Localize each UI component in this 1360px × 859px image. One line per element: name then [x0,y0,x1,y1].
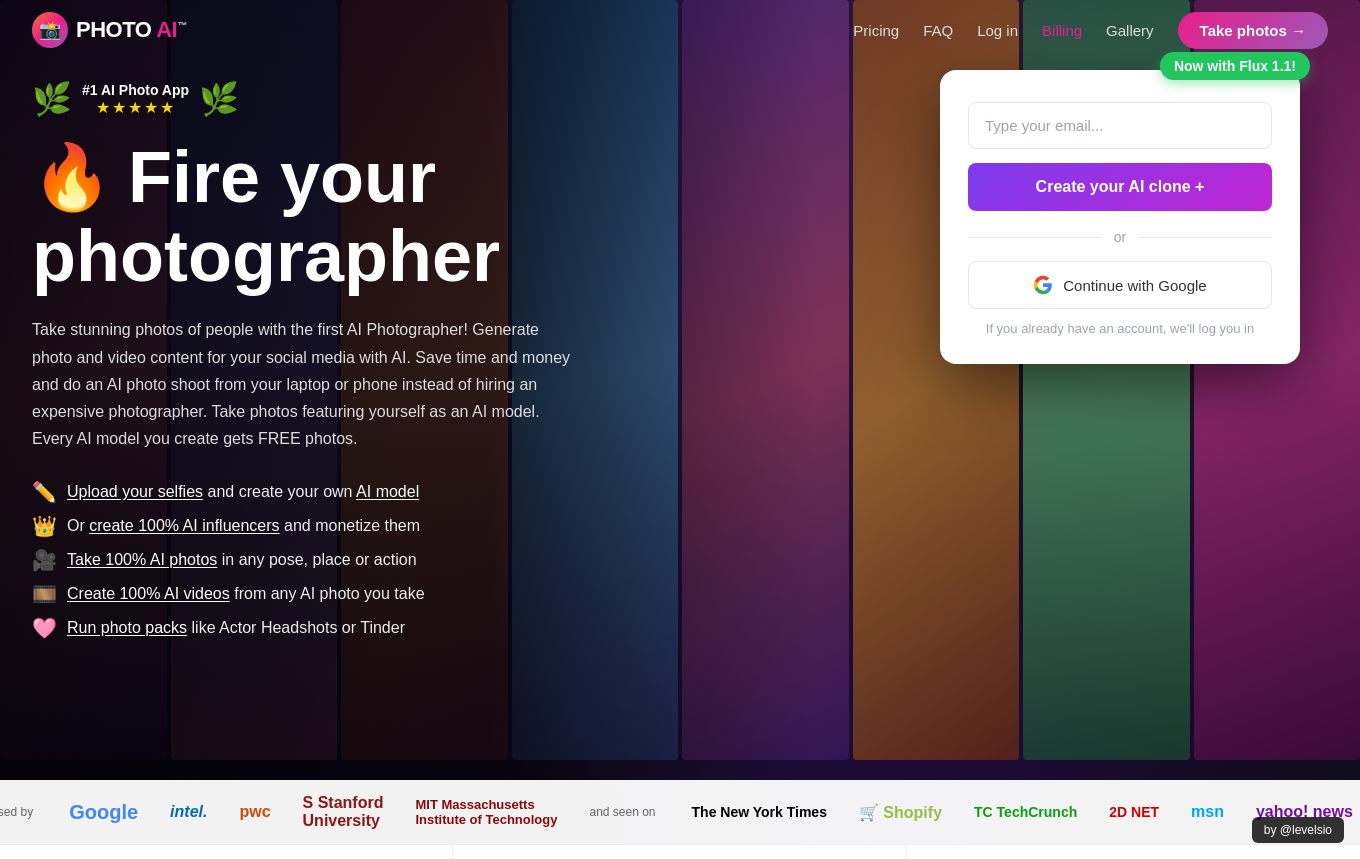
headline: 🔥 Fire your photographer [32,138,632,296]
award-title: #1 AI Photo App [82,82,189,98]
award-stars: ★★★★★ [82,98,189,117]
email-input[interactable] [968,102,1272,149]
techcrunch-logo: TC TechCrunch [958,804,1093,820]
divider-line-left [968,237,1102,238]
nav-gallery[interactable]: Gallery [1106,22,1154,39]
google-logo: Google [53,801,154,824]
fire-emoji: 🔥 [32,142,112,212]
divider-or: or [968,229,1272,245]
nav-links: Pricing FAQ Log in Billing Gallery Take … [853,12,1328,49]
laurel-right-icon: 🌿 [199,80,239,118]
used-by-label: used by [0,805,33,819]
stanford-logo: S StanfordUniversity [287,794,400,830]
film-emoji: 🎞️ [32,582,57,606]
levelsin-badge: by @levelsio [1252,817,1344,843]
navbar: 📸 PHOTO AI™ Pricing FAQ Log in Billing G… [0,0,1360,60]
testimonial-card-3: "Photo AI will be able to [907,845,1360,859]
camera-emoji: 🎥 [32,548,57,572]
nav-faq[interactable]: FAQ [923,22,953,39]
nav-billing[interactable]: Billing [1042,22,1082,39]
feature-selfies: ✏️ Upload your selfies and create your o… [32,480,1328,504]
upload-selfies-link[interactable]: Upload your selfies [67,483,203,500]
take-photos-button[interactable]: Take photos → [1178,12,1328,49]
testimonials-row: "Photo AI is making money by "Photo AI c… [0,844,1360,859]
heart-emoji: 🩷 [32,616,57,640]
signup-card: Now with Flux 1.1! Create your AI clone … [940,70,1300,364]
ai-photos-link[interactable]: Take 100% AI photos [67,551,217,568]
feature-list: ✏️ Upload your selfies and create your o… [32,480,1328,640]
create-clone-button[interactable]: Create your AI clone + [968,163,1272,211]
pwc-logo: pwc [223,803,286,821]
hero-section: 🌿 #1 AI Photo App ★★★★★ 🌿 🔥 Fire your ph… [0,60,1360,780]
ai-influencers-link[interactable]: create 100% AI influencers [89,517,279,534]
feature-videos: 🎞️ Create 100% AI videos from any AI pho… [32,582,1328,606]
msn-logo: msn [1175,803,1240,821]
seen-on-label: and seen on [589,805,655,819]
testimonial-card-2: "Photo AI can help content [453,845,906,859]
divider-line-right [1138,237,1272,238]
photo-packs-link[interactable]: Run photo packs [67,619,187,636]
ai-model-link[interactable]: AI model [356,483,419,500]
crown-emoji: 👑 [32,514,57,538]
nav-login[interactable]: Log in [977,22,1018,39]
ai-videos-link[interactable]: Create 100% AI videos [67,585,230,602]
nav-pricing[interactable]: Pricing [853,22,899,39]
logo[interactable]: 📸 PHOTO AI™ [32,12,187,48]
laurel-left-icon: 🌿 [32,80,72,118]
description: Take stunning photos of people with the … [32,316,572,452]
logo-icon: 📸 [32,12,68,48]
intel-logo: intel. [154,803,223,821]
feature-packs: 🩷 Run photo packs like Actor Headshots o… [32,616,1328,640]
signin-note: If you already have an account, we'll lo… [968,321,1272,336]
award-badge: 🌿 #1 AI Photo App ★★★★★ 🌿 [32,80,239,118]
logo-text: PHOTO AI™ [76,17,187,43]
zdnet-logo: 2D NET [1093,804,1175,820]
feature-photos: 🎥 Take 100% AI photos in any pose, place… [32,548,1328,572]
logos-bar: used by Google intel. pwc S StanfordUniv… [0,780,1360,844]
google-signin-button[interactable]: Continue with Google [968,261,1272,309]
feature-influencers: 👑 Or create 100% AI influencers and mone… [32,514,1328,538]
mit-logo: MIT MassachusettsInstitute of Technology [399,797,573,827]
testimonial-card-1: "Photo AI is making money by [0,845,453,859]
shopify-logo: 🛒 Shopify [843,803,958,822]
google-icon [1033,275,1053,295]
nyt-logo: The New York Times [676,804,843,820]
selfie-emoji: ✏️ [32,480,57,504]
